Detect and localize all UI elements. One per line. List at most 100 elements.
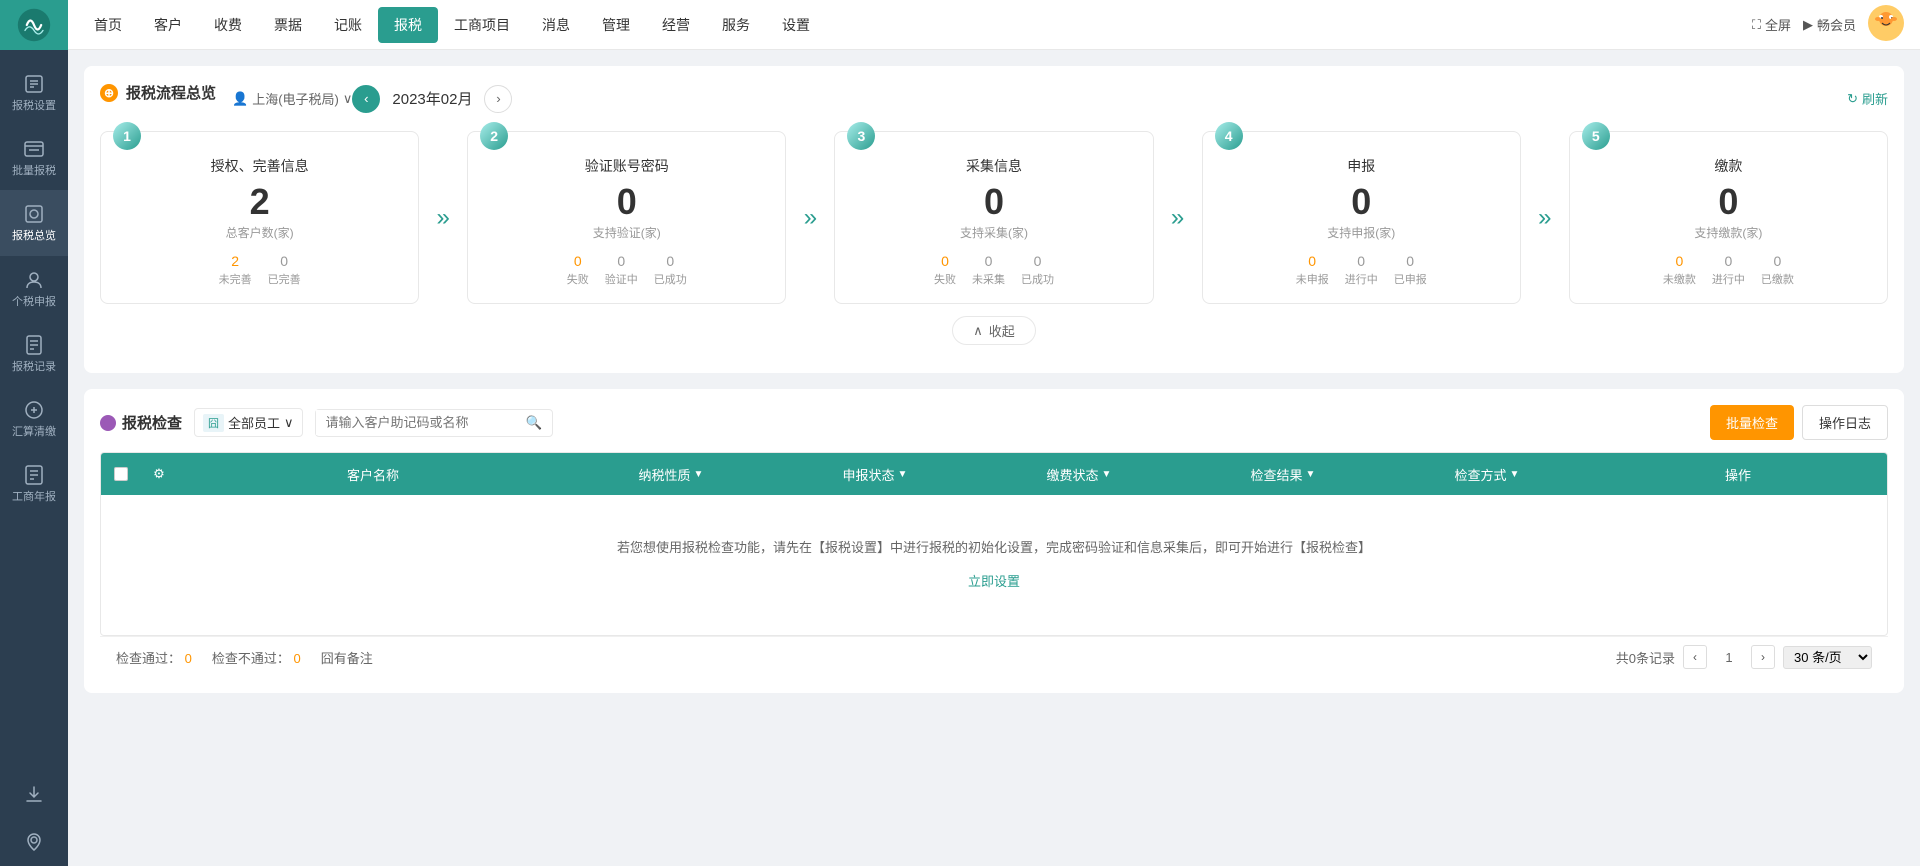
collapse-button-area: ∧ 收起: [100, 316, 1888, 345]
nav-tax[interactable]: 报税: [378, 7, 438, 43]
flow-step-2: 2 验证账号密码 0 支持验证(家) 0 失败 0 验证中: [467, 131, 786, 304]
gear-icon[interactable]: ⚙: [153, 466, 165, 482]
refresh-button[interactable]: ↻ 刷新: [1847, 89, 1888, 108]
personal-tax-icon: [22, 268, 46, 292]
tax-check-title: 报税检查: [100, 412, 182, 433]
logo: [0, 0, 68, 50]
chevron-down-icon: ∨: [343, 91, 353, 107]
header-checkbox[interactable]: [114, 467, 128, 481]
tax-check-table: ⚙ 客户名称 纳税性质 ▼ 申报状态 ▼ 缴费状态 ▼: [100, 452, 1888, 636]
vip-button[interactable]: ▶ 畅会员: [1803, 15, 1856, 34]
section-title: ⊕ 报税流程总览: [100, 82, 216, 103]
arrow-4: »: [1521, 131, 1569, 304]
nav-fee[interactable]: 收费: [198, 0, 258, 50]
table-footer: 检查通过： 0 检查不通过： 0 囧有备注 共0条记录 ‹ 1 › 30 条/页…: [100, 636, 1888, 677]
top-navigation: 首页 客户 收费 票据 记账 报税 工商项目 消息 管理 经营 服务 设置 ⛶ …: [0, 0, 1920, 50]
action-buttons: 批量检查 操作日志: [1710, 405, 1888, 440]
main-layout: 报税设置 批量报税 报税总览 个税申报 报税记录: [0, 50, 1920, 866]
note-label: 囧有备注: [321, 648, 373, 667]
page-size-select[interactable]: 30 条/页50 条/页100 条/页: [1783, 646, 1872, 669]
nav-business[interactable]: 工商项目: [438, 0, 526, 50]
footer-right: 共0条记录 ‹ 1 › 30 条/页50 条/页100 条/页: [1616, 645, 1872, 669]
sidebar-item-download[interactable]: [0, 770, 68, 818]
table-col-name: 客户名称: [177, 453, 569, 495]
table-col-declare-status: 申报状态 ▼: [773, 453, 977, 495]
table-col-tax-nature: 纳税性质 ▼: [569, 453, 773, 495]
table-col-pay-status: 缴费状态 ▼: [977, 453, 1181, 495]
nav-items: 首页 客户 收费 票据 记账 报税 工商项目 消息 管理 经营 服务 设置: [68, 0, 1752, 50]
prev-page-button[interactable]: ‹: [1683, 645, 1707, 669]
table-empty-state: 若您想使用报税检查功能，请先在【报税设置】中进行报税的初始化设置，完成密码验证和…: [101, 495, 1887, 635]
month-nav: ‹ 2023年02月 ›: [352, 85, 512, 113]
nav-home[interactable]: 首页: [78, 0, 138, 50]
filter-icon-2[interactable]: ▼: [898, 469, 908, 480]
sidebar-item-reconciliation[interactable]: 汇算清缴: [0, 386, 68, 451]
table-body: 若您想使用报税检查功能，请先在【报税设置】中进行报税的初始化设置，完成密码验证和…: [101, 495, 1887, 635]
flow-header: ⊕ 报税流程总览 👤 上海(电子税局) ∨ ‹ 2023年02月 › ↻: [100, 82, 1888, 115]
chevron-up-icon: ∧: [973, 323, 983, 339]
location-tag[interactable]: 👤 上海(电子税局) ∨: [232, 89, 352, 108]
sidebar: 报税设置 批量报税 报税总览 个税申报 报税记录: [0, 50, 68, 866]
fullscreen-button[interactable]: ⛶ 全屏: [1752, 15, 1791, 34]
table-col-check-method: 检查方式 ▼: [1385, 453, 1589, 495]
nav-message[interactable]: 消息: [526, 0, 586, 50]
sidebar-item-location[interactable]: [0, 818, 68, 866]
nav-manage[interactable]: 管理: [586, 0, 646, 50]
tax-settings-icon: [22, 72, 46, 96]
flow-step-5: 5 缴款 0 支持缴款(家) 0 未缴款 0 进行中: [1569, 131, 1888, 304]
filter-icon-1[interactable]: ▼: [694, 469, 704, 480]
table-col-ops: 操作: [1589, 453, 1887, 495]
nav-service[interactable]: 服务: [706, 0, 766, 50]
flow-overview-card: ⊕ 报税流程总览 👤 上海(电子税局) ∨ ‹ 2023年02月 › ↻: [84, 66, 1904, 373]
search-input[interactable]: [316, 410, 516, 435]
filter-icon-5[interactable]: ▼: [1510, 469, 1520, 480]
nav-settings[interactable]: 设置: [766, 0, 826, 50]
location-icon-small: 👤: [232, 91, 248, 107]
nav-invoice[interactable]: 票据: [258, 0, 318, 50]
nav-operation[interactable]: 经营: [646, 0, 706, 50]
location-icon: [22, 830, 46, 854]
batch-check-button[interactable]: 批量检查: [1710, 405, 1794, 440]
flow-header-left: ⊕ 报税流程总览 👤 上海(电子税局) ∨: [100, 82, 352, 115]
collapse-button[interactable]: ∧ 收起: [952, 316, 1036, 345]
next-page-button[interactable]: ›: [1751, 645, 1775, 669]
table-header: ⚙ 客户名称 纳税性质 ▼ 申报状态 ▼ 缴费状态 ▼: [101, 453, 1887, 495]
table-col-gear: ⚙: [141, 453, 177, 495]
search-input-wrap: 🔍: [315, 409, 554, 437]
footer-left: 检查通过： 0 检查不通过： 0 囧有备注: [116, 648, 373, 667]
tax-check-header: 报税检查 囧 全部员工 ∨ 🔍 批量检查 操作日志: [100, 405, 1888, 440]
fail-count[interactable]: 0: [294, 651, 301, 666]
sidebar-item-batch-tax[interactable]: 批量报税: [0, 125, 68, 190]
batch-tax-icon: [22, 137, 46, 161]
prev-month-button[interactable]: ‹: [352, 85, 380, 113]
setup-link[interactable]: 立即设置: [968, 574, 1020, 589]
next-month-button[interactable]: ›: [484, 85, 512, 113]
sidebar-item-personal-tax[interactable]: 个税申报: [0, 256, 68, 321]
sidebar-bottom: [0, 770, 68, 866]
sidebar-item-tax-records[interactable]: 报税记录: [0, 321, 68, 386]
filter-icon-4[interactable]: ▼: [1306, 469, 1316, 480]
staff-filter-select[interactable]: 囧 全部员工 ∨: [194, 408, 303, 437]
check-fail-label: 检查不通过： 0: [212, 648, 301, 667]
empty-message: 若您想使用报税检查功能，请先在【报税设置】中进行报税的初始化设置，完成密码验证和…: [617, 535, 1371, 561]
op-log-button[interactable]: 操作日志: [1802, 405, 1888, 440]
video-icon: ▶: [1803, 17, 1813, 33]
search-button[interactable]: 🔍: [516, 410, 553, 436]
table-col-check-result: 检查结果 ▼: [1181, 453, 1385, 495]
tax-records-icon: [22, 333, 46, 357]
filter-icon-3[interactable]: ▼: [1102, 469, 1112, 480]
flow-steps: 1 授权、完善信息 2 总客户数(家) 2 未完善 0 已完善: [100, 131, 1888, 304]
download-icon: [22, 782, 46, 806]
avatar: [1868, 5, 1904, 44]
tax-check-badge: [100, 415, 116, 431]
month-text: 2023年02月: [392, 88, 472, 109]
current-page: 1: [1715, 650, 1743, 665]
sidebar-item-annual-report[interactable]: 工商年报: [0, 451, 68, 516]
flow-step-4: 4 申报 0 支持申报(家) 0 未申报 0 进行中: [1202, 131, 1521, 304]
sidebar-item-tax-settings[interactable]: 报税设置: [0, 60, 68, 125]
nav-customer[interactable]: 客户: [138, 0, 198, 50]
sidebar-item-tax-overview[interactable]: 报税总览: [0, 190, 68, 255]
nav-bookkeeping[interactable]: 记账: [318, 0, 378, 50]
check-pass-label: 检查通过： 0: [116, 648, 192, 667]
pass-count[interactable]: 0: [185, 651, 192, 666]
